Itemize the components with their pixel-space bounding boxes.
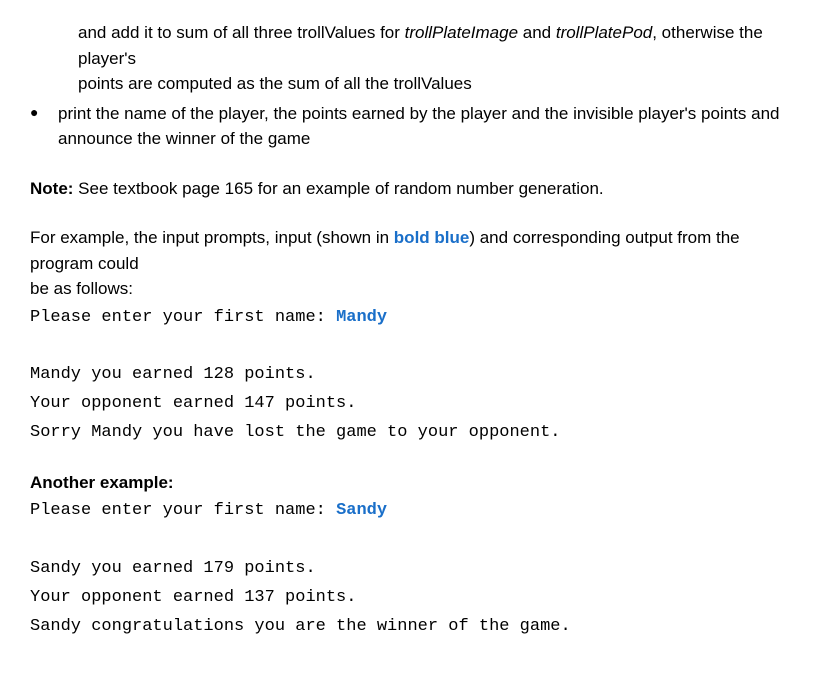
- example1-block: Please enter your first name: Mandy Mand…: [30, 304, 801, 448]
- text-line: points are computed as the sum of all th…: [78, 71, 801, 97]
- user-input: Mandy: [336, 308, 387, 327]
- output-line: Mandy you earned 128 points.: [30, 365, 316, 384]
- text-line: announce the winner of the game: [58, 126, 801, 152]
- italic-text: trollPlatePod: [556, 23, 652, 42]
- note-line: Note: See textbook page 165 for an examp…: [30, 176, 801, 202]
- text-line: print the name of the player, the points…: [58, 101, 801, 127]
- text-line: be as follows:: [30, 276, 801, 302]
- note-text: See textbook page 165 for an example of …: [73, 179, 603, 198]
- prompt-text: Please enter your first name:: [30, 501, 336, 520]
- bold-blue-text: bold blue: [394, 228, 470, 247]
- text: and: [518, 23, 556, 42]
- bullet-item: ● print the name of the player, the poin…: [30, 101, 801, 152]
- note-label: Note:: [30, 179, 73, 198]
- italic-text: trollPlateImage: [405, 23, 518, 42]
- output-line: Sandy you earned 179 points.: [30, 559, 316, 578]
- prompt-text: Please enter your first name:: [30, 308, 336, 327]
- continuation-fragment: and add it to sum of all three trollValu…: [78, 20, 801, 97]
- bullet-icon: ●: [30, 101, 58, 152]
- output-line: Your opponent earned 147 points.: [30, 394, 356, 413]
- another-example-label: Another example:: [30, 470, 801, 496]
- output-line: Your opponent earned 137 points.: [30, 588, 356, 607]
- bullet-content: print the name of the player, the points…: [58, 101, 801, 152]
- user-input: Sandy: [336, 501, 387, 520]
- text: and add it to sum of all three trollValu…: [78, 23, 405, 42]
- text: For example, the input prompts, input (s…: [30, 228, 394, 247]
- example2-block: Please enter your first name: Sandy Sand…: [30, 497, 801, 641]
- output-line: Sandy congratulations you are the winner…: [30, 617, 571, 636]
- output-line: Sorry Mandy you have lost the game to yo…: [30, 423, 561, 442]
- example-intro: For example, the input prompts, input (s…: [30, 225, 801, 302]
